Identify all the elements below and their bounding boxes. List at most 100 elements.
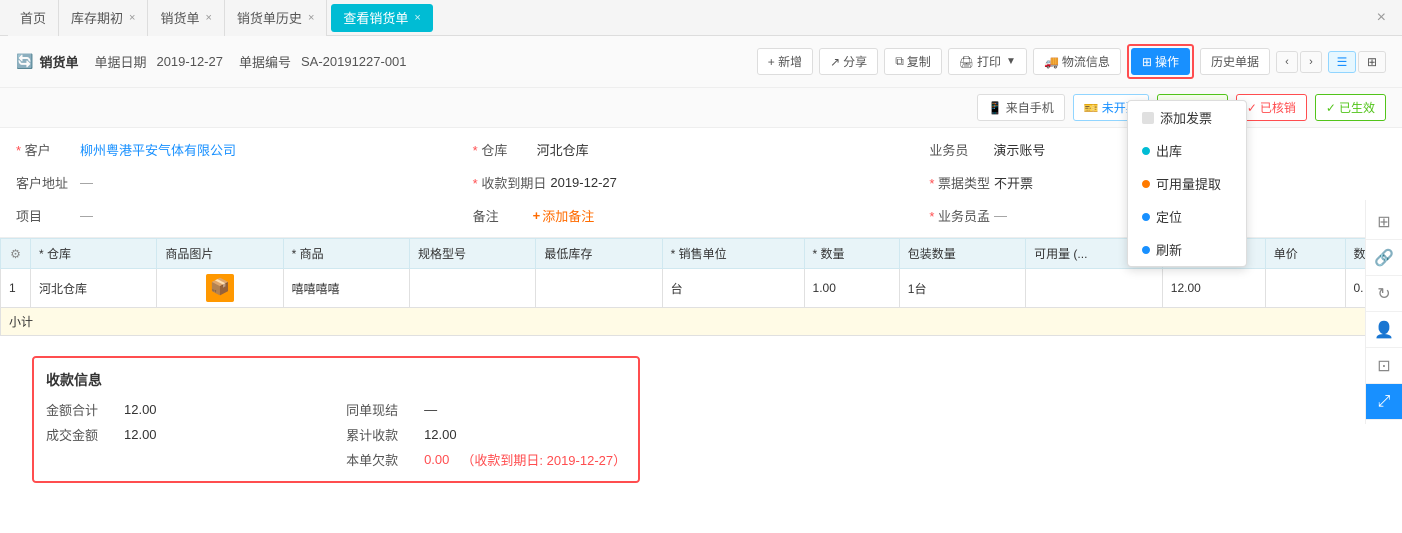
from-phone-button[interactable]: 📱 来自手机 xyxy=(977,94,1065,121)
share-button[interactable]: ↗ 分享 xyxy=(819,48,878,75)
doc-title: 🔄 销货单 xyxy=(16,52,78,71)
warehouse-label: 仓库 xyxy=(473,140,533,159)
tab-view-sales[interactable]: 查看销货单 × xyxy=(331,4,432,32)
tab-sales-order[interactable]: 销货单 × xyxy=(148,0,224,36)
grid-icon: ⊞ xyxy=(1142,55,1152,69)
tab-home[interactable]: 首页 xyxy=(8,0,59,36)
payment-grid: 金额合计 12.00 同单现结 — 成交金额 12.00 累计收款 12.00 xyxy=(46,400,626,469)
ops-highlight-box: ⊞ 操作 xyxy=(1127,44,1194,79)
copy-button[interactable]: ⧉ 复制 xyxy=(884,48,942,75)
print-icon: 🖨 xyxy=(959,55,974,69)
project-value: — xyxy=(76,208,97,223)
logistics-button[interactable]: 🚚 物流信息 xyxy=(1033,48,1121,75)
tab-inventory-close[interactable]: × xyxy=(129,12,135,24)
dropdown-locate[interactable]: 定位 xyxy=(1128,200,1246,233)
phone-icon: 📱 xyxy=(988,101,1003,115)
payment-same-value: — xyxy=(424,402,437,417)
col-warehouse: * 仓库 xyxy=(31,239,157,269)
dropdown-outbound[interactable]: 出库 xyxy=(1128,134,1246,167)
row-spec xyxy=(409,269,535,308)
payment-same-label: 同单现结 xyxy=(346,400,416,419)
sidebar-icon-4[interactable]: 👤 xyxy=(1366,312,1402,348)
nav-arrows: ‹ › xyxy=(1276,51,1322,73)
doc-icon: 🔄 xyxy=(16,53,33,70)
payment-wrapper: 收款信息 金额合计 12.00 同单现结 — 成交金额 12.00 累计收款 1… xyxy=(0,336,1402,503)
view-grid[interactable]: ⊞ xyxy=(1358,51,1386,73)
row-stock: 12.00 xyxy=(1162,269,1265,308)
row-pkg-qty: 1台 xyxy=(899,269,1025,308)
col-price: 单价 xyxy=(1265,239,1345,269)
payment-section: 收款信息 金额合计 12.00 同单现结 — 成交金额 12.00 累计收款 1… xyxy=(32,356,640,483)
payment-owed-label: 本单欠款 xyxy=(346,450,416,469)
due-date-label: 收款到期日 xyxy=(473,173,547,192)
right-sidebar: ⊞ 🔗 ↻ 👤 ⊡ ⤢ xyxy=(1365,200,1402,424)
sidebar-icon-2[interactable]: 🔗 xyxy=(1366,240,1402,276)
row-seq: 1 xyxy=(1,269,31,308)
share-icon: ↗ xyxy=(830,55,840,69)
doc-actions: + 新增 ↗ 分享 ⧉ 复制 🖨 打印 ▼ 🚚 物流信息 ⊞ 操作 xyxy=(757,44,1386,79)
address-field: 客户地址 — xyxy=(16,173,473,192)
dropdown-available-qty[interactable]: 可用量提取 xyxy=(1128,167,1246,200)
nav-next[interactable]: › xyxy=(1300,51,1322,73)
dropdown-add-invoice[interactable]: 添加发票 xyxy=(1128,101,1246,134)
nav-prev[interactable]: ‹ xyxy=(1276,51,1298,73)
print-button[interactable]: 🖨 打印 ▼ xyxy=(948,48,1027,75)
history-button[interactable]: 历史单据 xyxy=(1200,48,1270,75)
new-button[interactable]: + 新增 xyxy=(757,48,813,75)
project-label: 项目 xyxy=(16,206,76,225)
doc-date-value: 2019-12-27 xyxy=(156,54,223,69)
warehouse-value: 河北仓库 xyxy=(533,140,593,159)
tab-view-close[interactable]: × xyxy=(414,12,420,24)
payment-total-value: 12.00 xyxy=(124,402,157,417)
payment-total-row: 金额合计 12.00 xyxy=(46,400,326,419)
col-spec: 规格型号 xyxy=(409,239,535,269)
note-field: 备注 添加备注 xyxy=(473,206,930,225)
sidebar-icon-5[interactable]: ⊡ xyxy=(1366,348,1402,384)
tab-inventory-init[interactable]: 库存期初 × xyxy=(59,0,148,36)
locate-dot xyxy=(1142,213,1150,221)
available-dot xyxy=(1142,180,1150,188)
sidebar-icon-3[interactable]: ↻ xyxy=(1366,276,1402,312)
sidebar-icon-expand[interactable]: ⤢ xyxy=(1366,384,1402,420)
due-date-value: 2019-12-27 xyxy=(546,175,621,190)
effect-check-icon: ✓ xyxy=(1326,101,1336,115)
note-label: 备注 xyxy=(473,206,533,225)
copy-icon: ⧉ xyxy=(895,54,904,69)
staff-label: 业务员 xyxy=(929,140,989,159)
window-close[interactable]: × xyxy=(1369,9,1394,27)
doc-number-label: 单据编号 SA-20191227-001 xyxy=(239,52,407,71)
sidebar-icon-1[interactable]: ⊞ xyxy=(1366,204,1402,240)
outbound-dot xyxy=(1142,147,1150,155)
operations-dropdown: 添加发票 出库 可用量提取 定位 刷新 xyxy=(1127,100,1247,267)
add-note-button[interactable]: 添加备注 xyxy=(533,206,595,225)
payment-deal-value: 12.00 xyxy=(124,427,157,442)
customer-label: 客户 xyxy=(16,140,76,159)
staff-value: 演示账号 xyxy=(989,140,1049,159)
address-label: 客户地址 xyxy=(16,173,76,192)
view-btns: ☰ ⊞ xyxy=(1328,51,1386,73)
tab-sales-close[interactable]: × xyxy=(205,12,211,24)
col-min-stock: 最低库存 xyxy=(536,239,662,269)
doc-header: 🔄 销货单 单据日期 2019-12-27 单据编号 SA-20191227-0… xyxy=(0,36,1402,88)
payment-owed-note: （收款到期日: 2019-12-27） xyxy=(461,450,626,469)
doc-meta: 单据日期 2019-12-27 单据编号 SA-20191227-001 xyxy=(94,52,406,71)
row-min-stock xyxy=(536,269,662,308)
ticket-value: 不开票 xyxy=(990,173,1037,192)
tab-sales-history[interactable]: 销货单历史 × xyxy=(225,0,327,36)
effect-button[interactable]: ✓ 已生效 xyxy=(1315,94,1386,121)
tab-history-close[interactable]: × xyxy=(308,12,314,24)
dropdown-refresh[interactable]: 刷新 xyxy=(1128,233,1246,266)
operations-button[interactable]: ⊞ 操作 xyxy=(1131,48,1190,75)
row-image: 📦 xyxy=(157,269,283,308)
payment-owed-value: 0.00 xyxy=(424,452,449,467)
row-product: 嘻嘻嘻嘻 xyxy=(283,269,409,308)
doc-date-label: 单据日期 2019-12-27 xyxy=(94,52,223,71)
customer-field: 客户 柳州粤港平安气体有限公司 xyxy=(16,140,473,159)
address-value: — xyxy=(76,175,97,190)
sold-check-icon: ✓ xyxy=(1247,101,1257,115)
payment-title: 收款信息 xyxy=(46,370,626,390)
view-list[interactable]: ☰ xyxy=(1328,51,1356,73)
row-qty: 1.00 xyxy=(804,269,899,308)
payment-cumulative-value: 12.00 xyxy=(424,427,457,442)
customer-value[interactable]: 柳州粤港平安气体有限公司 xyxy=(76,140,240,159)
